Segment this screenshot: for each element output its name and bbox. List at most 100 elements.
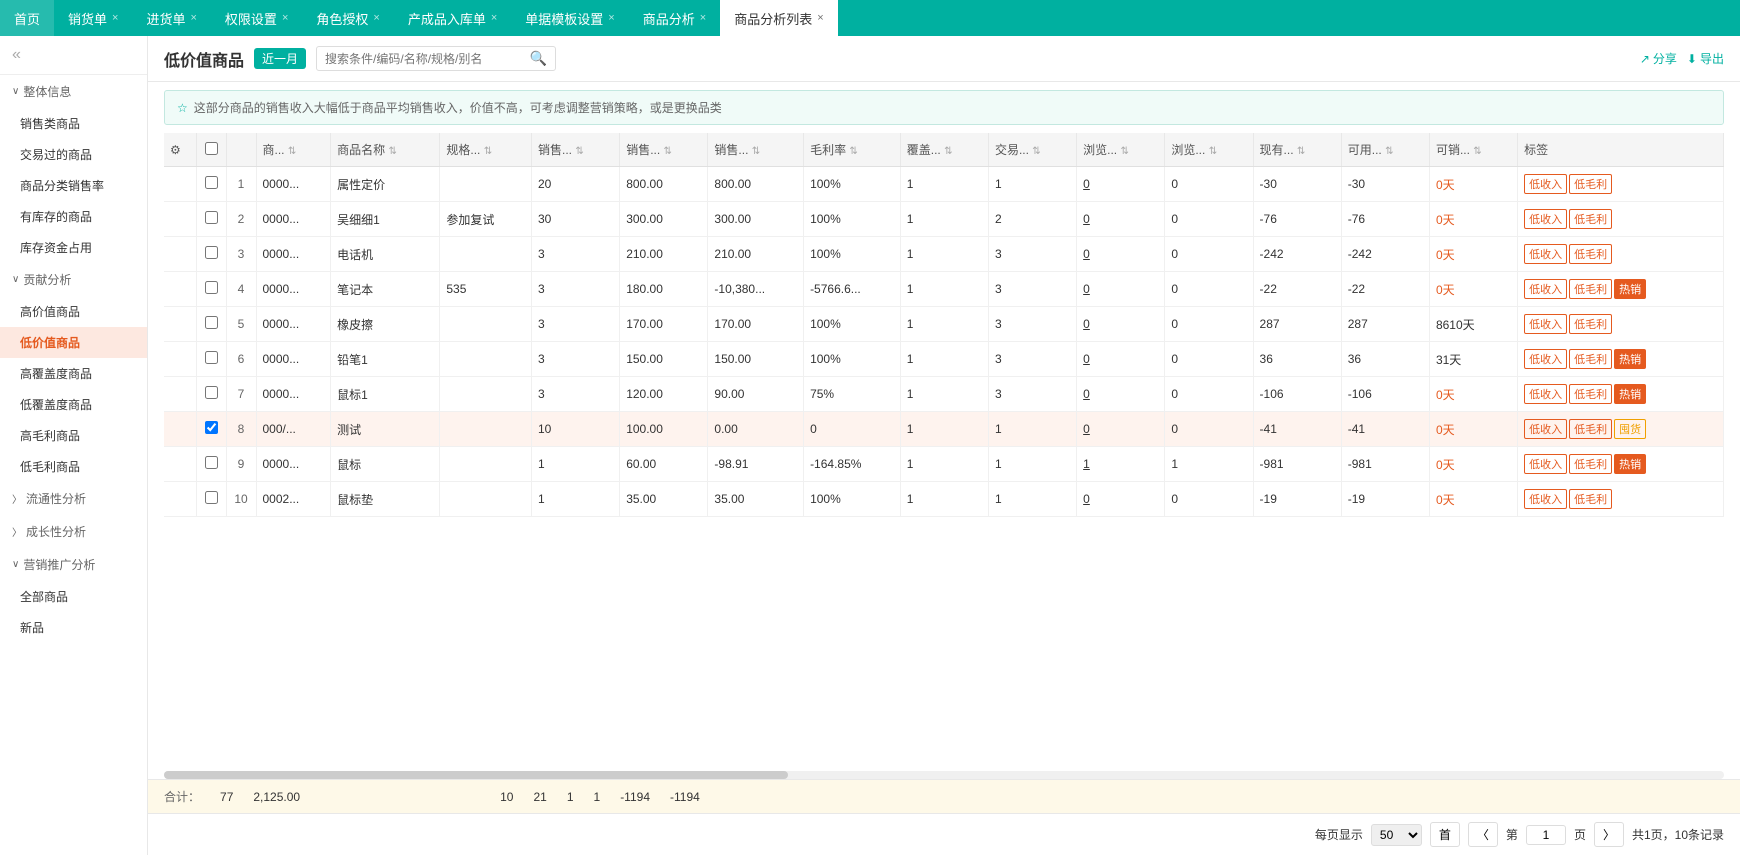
cell-browse1[interactable]: 0 (1077, 167, 1165, 202)
row-checkbox[interactable] (205, 316, 218, 329)
col-sales-amount[interactable]: 销售... ⇅ (620, 133, 708, 167)
cell-browse1[interactable]: 0 (1077, 237, 1165, 272)
per-page-select[interactable]: 50 100 200 (1371, 824, 1422, 846)
cell-browse1[interactable]: 0 (1077, 202, 1165, 237)
close-analysis-icon[interactable]: × (700, 12, 706, 24)
nav-analysis[interactable]: 商品分析 × (629, 0, 720, 36)
col-coverage[interactable]: 覆盖... ⇅ (900, 133, 988, 167)
current-page-input[interactable] (1526, 825, 1566, 845)
col-name[interactable]: 商品名称 ⇅ (331, 133, 440, 167)
col-code[interactable]: 商... ⇅ (256, 133, 331, 167)
scroll-thumb[interactable] (164, 771, 788, 779)
sidebar-section-growth-title[interactable]: 〉 成长性分析 (0, 515, 147, 548)
sidebar-section-flow-title[interactable]: 〉 流通性分析 (0, 482, 147, 515)
cell-checkbox[interactable] (196, 167, 226, 202)
first-page-button[interactable]: 首 (1430, 822, 1460, 847)
next-page-button[interactable]: 〉 (1594, 822, 1624, 847)
close-sales-icon[interactable]: × (112, 12, 118, 24)
sidebar-item-low-profit[interactable]: 低毛利商品 (0, 451, 147, 482)
col-sales-qty[interactable]: 销售... ⇅ (532, 133, 620, 167)
cell-checkbox[interactable] (196, 447, 226, 482)
browse1-link[interactable]: 0 (1083, 212, 1090, 226)
sidebar-item-low-coverage[interactable]: 低覆盖度商品 (0, 389, 147, 420)
cell-checkbox[interactable] (196, 377, 226, 412)
row-checkbox[interactable] (205, 281, 218, 294)
select-all-checkbox[interactable] (205, 142, 218, 155)
col-current-stock[interactable]: 现有... ⇅ (1253, 133, 1341, 167)
sidebar-item-all-goods[interactable]: 全部商品 (0, 581, 147, 612)
search-input[interactable] (325, 52, 530, 66)
cell-browse1[interactable]: 1 (1077, 447, 1165, 482)
cell-browse1[interactable]: 0 (1077, 342, 1165, 377)
col-spec[interactable]: 规格... ⇅ (440, 133, 532, 167)
row-checkbox[interactable] (205, 386, 218, 399)
sidebar-section-profit-title[interactable]: ∨ 贡献分析 (0, 263, 147, 296)
col-checkbox[interactable] (196, 133, 226, 167)
browse1-link[interactable]: 0 (1083, 317, 1090, 331)
browse1-link[interactable]: 1 (1083, 457, 1090, 471)
row-checkbox[interactable] (205, 351, 218, 364)
col-profit-rate[interactable]: 毛利率 ⇅ (804, 133, 901, 167)
sidebar-collapse-button[interactable]: « (8, 42, 25, 68)
col-trade-count[interactable]: 交易... ⇅ (988, 133, 1076, 167)
sidebar-item-high-value[interactable]: 高价值商品 (0, 296, 147, 327)
sidebar-item-new-goods[interactable]: 新品 (0, 612, 147, 643)
col-browse1[interactable]: 浏览... ⇅ (1077, 133, 1165, 167)
close-roles-icon[interactable]: × (373, 12, 379, 24)
col-browse2[interactable]: 浏览... ⇅ (1165, 133, 1253, 167)
cell-browse1[interactable]: 0 (1077, 412, 1165, 447)
nav-template[interactable]: 单据模板设置 × (511, 0, 628, 36)
share-button[interactable]: ↗ 分享 (1640, 50, 1677, 67)
sidebar-item-idle-stock[interactable]: 有库存的商品 (0, 201, 147, 232)
sidebar-item-inventory-value[interactable]: 库存资金占用 (0, 232, 147, 263)
nav-home[interactable]: 首页 (0, 0, 54, 36)
nav-purchase[interactable]: 进货单 × (132, 0, 210, 36)
browse1-link[interactable]: 0 (1083, 247, 1090, 261)
cell-checkbox[interactable] (196, 412, 226, 447)
browse1-link[interactable]: 0 (1083, 422, 1090, 436)
nav-permissions[interactable]: 权限设置 × (211, 0, 302, 36)
cell-checkbox[interactable] (196, 482, 226, 517)
cell-browse1[interactable]: 0 (1077, 377, 1165, 412)
close-analysis-list-icon[interactable]: × (817, 12, 823, 24)
cell-checkbox[interactable] (196, 237, 226, 272)
row-checkbox[interactable] (205, 176, 218, 189)
sidebar-section-marketing-title[interactable]: ∨ 营销推广分析 (0, 548, 147, 581)
row-checkbox[interactable] (205, 211, 218, 224)
nav-sales[interactable]: 销货单 × (54, 0, 132, 36)
cell-checkbox[interactable] (196, 342, 226, 377)
nav-analysis-list[interactable]: 商品分析列表 × (720, 0, 837, 36)
sidebar-item-low-value[interactable]: 低价值商品 (0, 327, 147, 358)
filter-tag[interactable]: 近一月 (254, 48, 306, 69)
nav-products[interactable]: 产成品入库单 × (394, 0, 511, 36)
prev-page-button[interactable]: 〈 (1468, 822, 1498, 847)
close-permissions-icon[interactable]: × (282, 12, 288, 24)
sidebar-item-traded[interactable]: 交易过的商品 (0, 139, 147, 170)
close-products-icon[interactable]: × (491, 12, 497, 24)
browse1-link[interactable]: 0 (1083, 492, 1090, 506)
cell-browse1[interactable]: 0 (1077, 272, 1165, 307)
browse1-link[interactable]: 0 (1083, 387, 1090, 401)
horizontal-scrollbar[interactable] (164, 771, 1724, 779)
sidebar-section-overall-title[interactable]: ∨ 整体信息 (0, 75, 147, 108)
row-checkbox[interactable] (205, 456, 218, 469)
cell-checkbox[interactable] (196, 202, 226, 237)
settings-icon[interactable]: ⚙ (170, 143, 181, 157)
col-saleable[interactable]: 可销... ⇅ (1429, 133, 1517, 167)
col-available[interactable]: 可用... ⇅ (1341, 133, 1429, 167)
export-button[interactable]: ⬇ 导出 (1687, 50, 1724, 67)
browse1-link[interactable]: 0 (1083, 282, 1090, 296)
nav-roles[interactable]: 角色授权 × (302, 0, 393, 36)
browse1-link[interactable]: 0 (1083, 352, 1090, 366)
sidebar-item-high-coverage[interactable]: 高覆盖度商品 (0, 358, 147, 389)
cell-browse1[interactable]: 0 (1077, 482, 1165, 517)
row-checkbox[interactable] (205, 246, 218, 259)
sidebar-item-sales-category[interactable]: 销售类商品 (0, 108, 147, 139)
browse1-link[interactable]: 0 (1083, 177, 1090, 191)
row-checkbox[interactable] (205, 491, 218, 504)
close-template-icon[interactable]: × (608, 12, 614, 24)
row-checkbox[interactable] (205, 421, 218, 434)
col-sales-profit[interactable]: 销售... ⇅ (708, 133, 804, 167)
col-settings[interactable]: ⚙ (164, 133, 196, 167)
cell-checkbox[interactable] (196, 307, 226, 342)
